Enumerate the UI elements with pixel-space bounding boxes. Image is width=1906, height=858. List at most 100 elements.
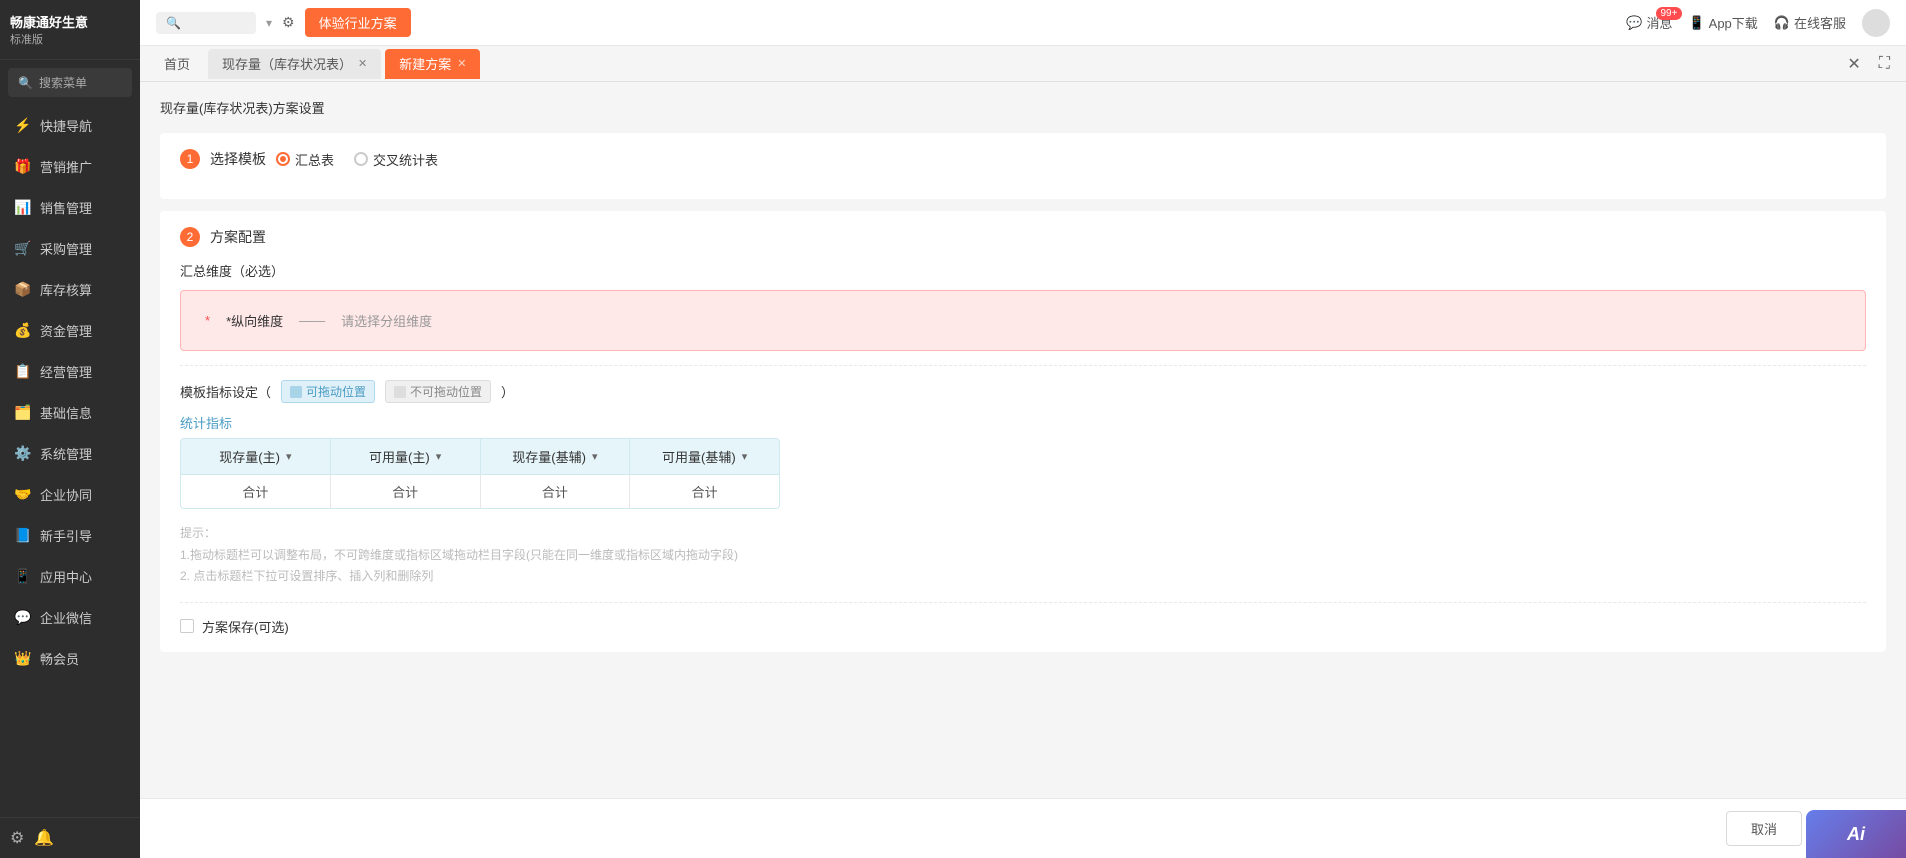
tabbar: 首页 现存量（库存状况表） ✕ 新建方案 ✕ ✕ ⛶ [140,46,1906,82]
member-icon: 👑 [14,650,32,668]
col-header-3[interactable]: 可用量(基辅) ▾ [630,439,779,474]
sidebar-item-label: 基础信息 [40,403,92,422]
sidebar-item-apps[interactable]: 📱 应用中心 [0,556,140,597]
sidebar: 畅康通好生意 标准版 🔍 搜索菜单 ⚡ 快捷导航 🎁 营销推广 📊 销售管理 🛒… [0,0,140,858]
sidebar-item-label: 采购管理 [40,239,92,258]
finance-icon: 💰 [14,322,32,340]
sidebar-item-inventory[interactable]: 📦 库存核算 [0,269,140,310]
indicator-label: 模板指标设定（ 可拖动位置 不可拖动位置 ） [180,380,1866,403]
radio-crosstab-label: 交叉统计表 [373,150,438,169]
non-draggable-badge-icon [394,386,406,398]
shortcuts-icon: ⚡ [14,117,32,135]
tab-expand-button[interactable]: ⛶ [1873,52,1896,76]
sidebar-item-label: 企业协同 [40,485,92,504]
sidebar-item-marketing[interactable]: 🎁 营销推广 [0,146,140,187]
sidebar-item-operations[interactable]: 📋 经营管理 [0,351,140,392]
online-service-button[interactable]: 🎧 在线客服 [1774,13,1846,32]
settings-icon[interactable]: ⚙ [10,828,24,848]
sidebar-item-label: 畅会员 [40,649,79,668]
sidebar-item-enterprise[interactable]: 🤝 企业协同 [0,474,140,515]
cell-0-2: 合计 [481,475,631,508]
summary-dim-label: 汇总维度（必选） [180,261,1866,280]
sidebar-item-wechat[interactable]: 💬 企业微信 [0,597,140,638]
stats-table-row-0: 合计 合计 合计 合计 [181,475,779,508]
sidebar-item-label: 快捷导航 [40,116,92,135]
page-title: 现存量(库存状况表)方案设置 [160,98,1886,117]
sidebar-item-shortcuts[interactable]: ⚡ 快捷导航 [0,105,140,146]
draggable-badge-icon [290,386,302,398]
radio-crosstab[interactable]: 交叉统计表 [354,150,438,169]
tab-inventory-status[interactable]: 现存量（库存状况表） ✕ [208,49,381,79]
dimension-area[interactable]: * *纵向维度 —— 请选择分组维度 [180,290,1866,351]
col-label-2: 现存量(基辅) [512,447,586,466]
sidebar-item-basic[interactable]: 🗂️ 基础信息 [0,392,140,433]
col-header-0[interactable]: 现存量(主) ▾ [181,439,331,474]
tab-new-plan-label: 新建方案 [399,54,451,73]
topbar-left: 🔍 ▾ ⚙ 体验行业方案 [156,8,1616,37]
online-service-label: 在线客服 [1794,13,1846,32]
inventory-icon: 📦 [14,281,32,299]
sidebar-item-finance[interactable]: 💰 资金管理 [0,310,140,351]
tab-close-button[interactable]: ✕ [1841,52,1866,76]
tab-new-plan-close-icon[interactable]: ✕ [457,57,466,70]
col-label-1: 可用量(主) [369,447,430,466]
sidebar-item-system[interactable]: ⚙️ 系统管理 [0,433,140,474]
cell-0-0: 合计 [181,475,331,508]
divider1 [180,365,1866,366]
main-area: 🔍 ▾ ⚙ 体验行业方案 💬 消息 99+ 📱 App下载 🎧 在线客服 [140,0,1906,858]
save-checkbox[interactable] [180,619,194,633]
col-chevron-2: ▾ [592,450,598,463]
marketing-icon: 🎁 [14,158,32,176]
topbar-search-icon: 🔍 [166,16,181,30]
dim-required-star: * [205,313,210,328]
user-avatar[interactable] [1862,9,1890,37]
col-chevron-1: ▾ [436,450,442,463]
tab-inventory-label: 现存量（库存状况表） [222,54,352,73]
topbar-chevron-icon[interactable]: ▾ [266,16,272,30]
indicator-label-text: 模板指标设定（ [180,382,271,401]
tab-inventory-close-icon[interactable]: ✕ [358,57,367,70]
tab-new-plan[interactable]: 新建方案 ✕ [385,49,480,79]
sidebar-item-label: 企业微信 [40,608,92,627]
trial-button[interactable]: 体验行业方案 [305,8,411,37]
topbar-right: 💬 消息 99+ 📱 App下载 🎧 在线客服 [1626,9,1890,37]
step2-header: 2 方案配置 [180,227,1866,247]
sidebar-search[interactable]: 🔍 搜索菜单 [8,68,132,97]
topbar-search-box[interactable]: 🔍 [156,12,256,34]
indicator-close-paren: ） [501,382,514,401]
col-header-2[interactable]: 现存量(基辅) ▾ [481,439,631,474]
radio-summary[interactable]: 汇总表 [276,150,334,169]
ai-badge[interactable]: Ai [1806,810,1906,858]
message-icon: 💬 [1626,15,1642,31]
tab-home[interactable]: 首页 [150,49,204,79]
sidebar-menu: ⚡ 快捷导航 🎁 营销推广 📊 销售管理 🛒 采购管理 📦 库存核算 💰 资金管… [0,105,140,817]
non-draggable-badge-label: 不可拖动位置 [410,383,482,400]
radio-summary-label: 汇总表 [295,150,334,169]
step1-title: 选择模板 [210,149,266,169]
step1-section: 1 选择模板 汇总表 交叉统计表 [160,133,1886,199]
sidebar-item-label: 系统管理 [40,444,92,463]
cell-0-1: 合计 [331,475,481,508]
cell-0-3: 合计 [630,475,779,508]
divider2 [180,602,1866,603]
topbar-gear-icon[interactable]: ⚙ [282,14,295,31]
ai-label: Ai [1847,824,1865,845]
sidebar-item-purchase[interactable]: 🛒 采购管理 [0,228,140,269]
tips-item1: 1.拖动标题栏可以调整布局，不可跨维度或指标区域拖动栏目字段(只能在同一维度或指… [180,545,1866,567]
col-header-1[interactable]: 可用量(主) ▾ [331,439,481,474]
sidebar-item-newbie[interactable]: 📘 新手引导 [0,515,140,556]
app-download-button[interactable]: 📱 App下载 [1688,13,1757,32]
sidebar-item-member[interactable]: 👑 畅会员 [0,638,140,679]
sidebar-item-label: 新手引导 [40,526,92,545]
purchase-icon: 🛒 [14,240,32,258]
footer: 取消 查询 [140,798,1906,858]
dim-placeholder: 请选择分组维度 [341,311,432,330]
service-icon: 🎧 [1774,15,1790,31]
basic-icon: 🗂️ [14,404,32,422]
messages-button[interactable]: 💬 消息 99+ [1626,13,1672,32]
step2-section: 2 方案配置 汇总维度（必选） * *纵向维度 —— 请选择分组维度 模板指标设… [160,211,1886,652]
sidebar-logo: 畅康通好生意 标准版 [0,0,140,60]
sidebar-item-sales[interactable]: 📊 销售管理 [0,187,140,228]
cancel-button[interactable]: 取消 [1726,811,1802,846]
volume-icon[interactable]: 🔔 [34,828,54,848]
